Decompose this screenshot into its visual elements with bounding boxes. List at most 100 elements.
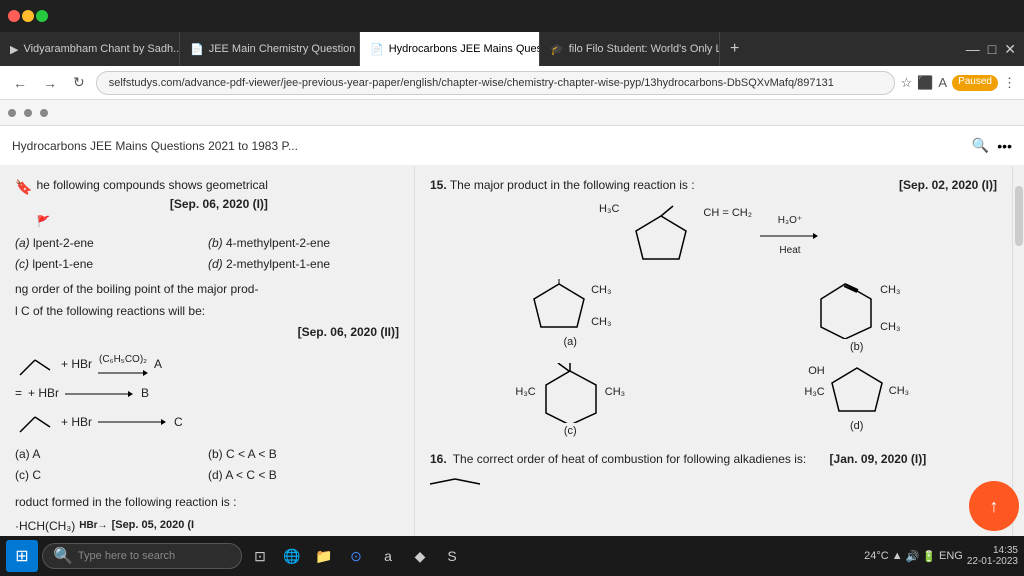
dropbox-icon[interactable]: ◆ bbox=[406, 542, 434, 570]
reaction-arrow: H₃O⁺ Heat bbox=[760, 213, 820, 259]
search-icon: 🔍 bbox=[53, 546, 73, 566]
q14-ref2: [Sep. 06, 2020 (II)] bbox=[15, 323, 399, 342]
h3c-label: H₃C bbox=[599, 201, 619, 219]
bookmark-1 bbox=[8, 109, 16, 117]
boiling-options: (a) A (b) C < A < B (c) C (d) A < C < B bbox=[15, 445, 399, 485]
alkene-c-svg bbox=[15, 407, 55, 437]
title-bar bbox=[0, 0, 1024, 32]
system-tray: 24°C ▲ 🔊 🔋 ENG bbox=[864, 550, 963, 563]
eq-sign: = bbox=[15, 384, 22, 403]
chrome-icon[interactable]: ⊙ bbox=[342, 542, 370, 570]
back-button[interactable]: ← bbox=[8, 73, 32, 93]
product-formula: ·HCH(CH₃) bbox=[15, 517, 75, 536]
tab-vidyarambham[interactable]: ▶ Vidyarambham Chant by Sadh... ✕ bbox=[0, 32, 180, 66]
bookmark-2 bbox=[24, 109, 32, 117]
reaction-b: = + HBr B bbox=[15, 384, 399, 403]
reactant-svg bbox=[621, 201, 701, 271]
filo-popup-button[interactable]: ↑ bbox=[969, 481, 1019, 531]
ch3-d: CH₃ bbox=[889, 383, 909, 401]
q16-text: The correct order of heat of combustion … bbox=[453, 452, 807, 466]
product-ref: [Sep. 05, 2020 (I bbox=[112, 517, 195, 535]
reload-button[interactable]: ↻ bbox=[68, 72, 90, 93]
taskbar-right: 24°C ▲ 🔊 🔋 ENG 14:35 22-01-2023 bbox=[864, 545, 1018, 567]
alkene-a-svg bbox=[15, 350, 55, 380]
product-a-label: A bbox=[154, 355, 162, 374]
q15-text: The major product in the following react… bbox=[450, 178, 695, 192]
restore-icon[interactable]: □ bbox=[988, 41, 996, 57]
content-scroll: 🔖 he following compounds shows geometric… bbox=[0, 166, 1024, 546]
tab-filo[interactable]: 🎓 filo Filo Student: World's Only Live..… bbox=[540, 32, 720, 66]
option-d: (d) 2-methylpent-1-ene bbox=[208, 255, 399, 274]
tab-bar: ▶ Vidyarambham Chant by Sadh... ✕ 📄 JEE … bbox=[0, 32, 1024, 66]
address-bar: ← → ↻ ☆ ⬛ A Paused ⋮ bbox=[0, 66, 1024, 100]
new-tab-button[interactable]: + bbox=[720, 32, 749, 66]
menu-icon[interactable]: ⋮ bbox=[1003, 75, 1016, 91]
profile-icon[interactable]: A bbox=[938, 75, 947, 91]
close-icon[interactable]: ✕ bbox=[1004, 41, 1016, 58]
page-header: Hydrocarbons JEE Mains Questions 2021 to… bbox=[0, 126, 1024, 166]
product-b-label: B bbox=[141, 384, 149, 403]
extension-icon[interactable]: ⬛ bbox=[917, 75, 933, 91]
tab-label: Hydrocarbons JEE Mains Questio... bbox=[389, 43, 540, 55]
reaction-c: + HBr C bbox=[15, 407, 399, 437]
tab-icon: 📄 bbox=[370, 43, 384, 56]
more-options-icon[interactable]: ••• bbox=[997, 138, 1012, 154]
q16-row: 16. The correct order of heat of combust… bbox=[430, 450, 997, 469]
q15-reaction: H₃C CH = CH₂ H₃O⁺ Heat bbox=[430, 201, 997, 271]
h3c-oh-d: OH H₃C bbox=[804, 363, 824, 402]
explorer-icon[interactable]: 📁 bbox=[310, 542, 338, 570]
q14-intro: he following compounds shows geometrical bbox=[36, 178, 267, 192]
bookmark-icon: 🔖 bbox=[15, 176, 32, 198]
scrollbar[interactable] bbox=[1012, 166, 1024, 546]
bp-option-d: (d) A < C < B bbox=[208, 466, 399, 485]
q14-options: (a) lpent-2-ene (b) 4-methylpent-2-ene (… bbox=[15, 234, 399, 274]
option-c-label: (c) bbox=[564, 423, 577, 441]
left-panel: 🔖 he following compounds shows geometric… bbox=[0, 166, 415, 546]
battery-icon: 🔋 bbox=[922, 550, 936, 563]
tab-icon: 📄 bbox=[190, 43, 204, 56]
app-a-icon[interactable]: a bbox=[374, 542, 402, 570]
q16-diagram bbox=[430, 474, 997, 500]
tab-label: JEE Main Chemistry Question Pa... bbox=[209, 43, 360, 55]
app-s-icon[interactable]: S bbox=[438, 542, 466, 570]
ch3-labels-b: CH₃ CH₃ bbox=[880, 282, 900, 337]
ch3-labels-a: CH₃ CH₃ bbox=[591, 282, 611, 331]
taskview-button[interactable]: ⊡ bbox=[246, 542, 274, 570]
volume-icon: 🔊 bbox=[906, 550, 920, 563]
q14-note: ng order of the boiling point of the maj… bbox=[15, 280, 399, 299]
q16-ref: [Jan. 09, 2020 (I)] bbox=[830, 452, 927, 466]
minimize-icon[interactable]: — bbox=[966, 41, 980, 57]
reaction-a: + HBr (C₆H₅CO)₂ A bbox=[15, 350, 399, 380]
product-formula-row: ·HCH(CH₃) HBr→ [Sep. 05, 2020 (I bbox=[15, 517, 399, 536]
start-button[interactable]: ⊞ bbox=[6, 540, 38, 572]
search-icon[interactable]: 🔍 bbox=[972, 137, 989, 154]
taskbar: ⊞ 🔍 Type here to search ⊡ 🌐 📁 ⊙ a ◆ S 24… bbox=[0, 536, 1024, 576]
q15-option-a: CH₃ CH₃ (a) bbox=[430, 279, 711, 357]
q14-note2: l C of the following reactions will be: bbox=[15, 302, 399, 321]
taskbar-search[interactable]: 🔍 Type here to search bbox=[42, 543, 242, 569]
h3c-c: H₃C bbox=[515, 384, 535, 402]
option-c: (c) lpent-1-ene bbox=[15, 255, 206, 274]
reagent-label: H₃O⁺ bbox=[778, 213, 802, 229]
address-input[interactable] bbox=[96, 71, 895, 95]
tab-hydrocarbons[interactable]: 📄 Hydrocarbons JEE Mains Questio... ✕ bbox=[360, 32, 540, 66]
hbr-b: + HBr bbox=[28, 384, 59, 403]
search-placeholder: Type here to search bbox=[78, 550, 175, 562]
option-a: (a) lpent-2-ene bbox=[15, 234, 206, 253]
tab-jee-main[interactable]: 📄 JEE Main Chemistry Question Pa... ✕ bbox=[180, 32, 360, 66]
q15-option-b: CH₃ CH₃ (b) bbox=[717, 279, 998, 357]
bookmark-3 bbox=[40, 109, 48, 117]
flag-icon-row: 🚩 bbox=[36, 214, 267, 232]
q15-ref: [Sep. 02, 2020 (I)] bbox=[899, 176, 997, 195]
page-title: Hydrocarbons JEE Mains Questions 2021 to… bbox=[12, 139, 298, 153]
q15-option-d: OH H₃C CH₃ (d) bbox=[717, 363, 998, 441]
tab-label: Vidyarambham Chant by Sadh... bbox=[23, 43, 180, 55]
content-area: 🔖 he following compounds shows geometric… bbox=[0, 166, 1024, 546]
bookmark-star-icon[interactable]: ☆ bbox=[901, 75, 913, 91]
wifi-icon: ▲ bbox=[892, 550, 903, 562]
temp-label: 24°C bbox=[864, 550, 889, 562]
forward-button[interactable]: → bbox=[38, 73, 62, 93]
bp-option-a: (a) A bbox=[15, 445, 206, 464]
edge-icon[interactable]: 🌐 bbox=[278, 542, 306, 570]
scrollbar-thumb[interactable] bbox=[1015, 186, 1023, 246]
